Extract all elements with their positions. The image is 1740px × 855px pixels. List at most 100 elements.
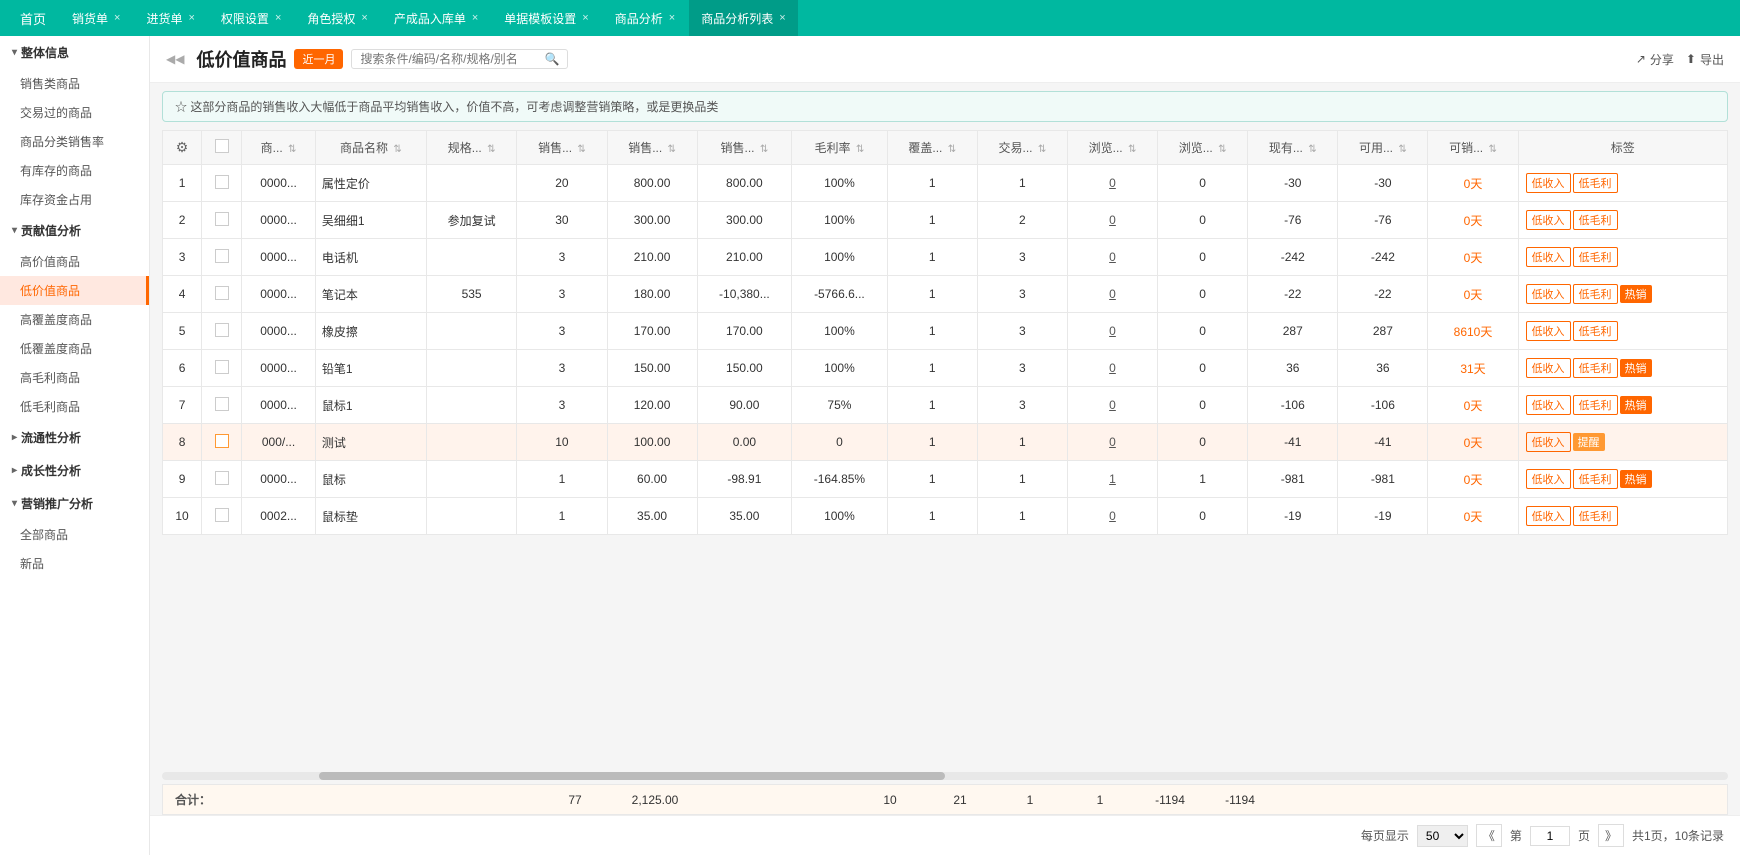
sidebar-item-low-profit[interactable]: 低毛利商品 (0, 392, 149, 421)
cell-spec (426, 387, 517, 424)
horizontal-scrollbar[interactable] (162, 772, 1728, 780)
cell-col2: 170.00 (607, 313, 697, 350)
cell-col7[interactable]: 0 (1067, 350, 1157, 387)
cell-col7[interactable]: 0 (1067, 498, 1157, 535)
sidebar-item-low-coverage[interactable]: 低覆盖度商品 (0, 334, 149, 363)
col-header-available[interactable]: 可用... ⇅ (1338, 131, 1428, 165)
col-header-code[interactable]: 商... ⇅ (242, 131, 316, 165)
cell-spec (426, 239, 517, 276)
footer-col8: 1 (1065, 793, 1135, 807)
period-badge[interactable]: 近一月 (294, 49, 343, 69)
cell-col10: -30 (1338, 165, 1428, 202)
col-header-gear[interactable]: ⚙ (163, 131, 202, 165)
search-input[interactable] (360, 52, 540, 66)
close-role-tab[interactable]: × (361, 12, 367, 24)
sidebar-item-new-goods[interactable]: 新品 (0, 549, 149, 578)
page-input[interactable] (1530, 826, 1570, 846)
cell-col6: 3 (977, 313, 1067, 350)
sidebar-item-stock-goods[interactable]: 有库存的商品 (0, 156, 149, 185)
cell-spec: 535 (426, 276, 517, 313)
sidebar-item-high-value[interactable]: 高价值商品 (0, 247, 149, 276)
cell-col7[interactable]: 0 (1067, 239, 1157, 276)
col-header-spec[interactable]: 规格... ⇅ (426, 131, 517, 165)
cell-checkbox[interactable] (202, 387, 242, 424)
close-analysis-tab[interactable]: × (669, 12, 675, 24)
cell-checkbox[interactable] (202, 276, 242, 313)
cell-col1: 1 (517, 461, 607, 498)
col-header-browse2[interactable]: 浏览... ⇅ (1158, 131, 1248, 165)
cell-checkbox[interactable] (202, 165, 242, 202)
footer-col10: -1194 (1205, 793, 1275, 807)
cell-col7[interactable]: 0 (1067, 165, 1157, 202)
export-button[interactable]: ⬆ 导出 (1686, 51, 1724, 68)
nav-item-role[interactable]: 角色授权 × (295, 0, 379, 36)
cell-checkbox[interactable] (202, 313, 242, 350)
sidebar-section-header-growth[interactable]: ▸ 成长性分析 (0, 454, 149, 487)
sidebar-item-low-value[interactable]: 低价值商品 (0, 276, 149, 305)
cell-checkbox[interactable] (202, 350, 242, 387)
close-purchase-tab[interactable]: × (188, 12, 194, 24)
cell-col9: -76 (1248, 202, 1338, 239)
sidebar-item-category-sales-rate[interactable]: 商品分类销售率 (0, 127, 149, 156)
cell-col4: 100% (792, 313, 888, 350)
col-header-browse1[interactable]: 浏览... ⇅ (1067, 131, 1157, 165)
close-sales-tab[interactable]: × (114, 12, 120, 24)
sidebar-section-header-marketing[interactable]: ▾ 营销推广分析 (0, 487, 149, 520)
close-analysis-list-tab[interactable]: × (779, 12, 785, 24)
sidebar-item-stock-funds[interactable]: 库存资金占用 (0, 185, 149, 214)
collapse-sidebar-button[interactable]: ◀◀ (166, 52, 184, 66)
nav-item-product-storage[interactable]: 产成品入库单 × (382, 0, 490, 36)
cell-col7[interactable]: 1 (1067, 461, 1157, 498)
cell-col4: -164.85% (792, 461, 888, 498)
nav-item-permission[interactable]: 权限设置 × (209, 0, 293, 36)
col-header-checkbox[interactable] (202, 131, 242, 165)
cell-checkbox[interactable] (202, 461, 242, 498)
last-page-button[interactable]: 》 (1598, 824, 1624, 847)
first-page-button[interactable]: 《 (1476, 824, 1502, 847)
sidebar-item-all-goods[interactable]: 全部商品 (0, 520, 149, 549)
col-header-col1[interactable]: 销售... ⇅ (517, 131, 607, 165)
col-header-col3[interactable]: 销售... ⇅ (697, 131, 792, 165)
nav-item-analysis[interactable]: 商品分析 × (603, 0, 687, 36)
cell-checkbox[interactable] (202, 498, 242, 535)
sidebar-item-high-profit[interactable]: 高毛利商品 (0, 363, 149, 392)
cell-checkbox[interactable] (202, 202, 242, 239)
cell-checkbox[interactable] (202, 239, 242, 276)
col-header-sellable[interactable]: 可销... ⇅ (1428, 131, 1518, 165)
cell-col2: 120.00 (607, 387, 697, 424)
sidebar-item-high-coverage[interactable]: 高覆盖度商品 (0, 305, 149, 334)
close-permission-tab[interactable]: × (275, 12, 281, 24)
nav-item-home[interactable]: 首页 (8, 0, 58, 36)
nav-item-template[interactable]: 单据模板设置 × (492, 0, 600, 36)
cell-spec (426, 424, 517, 461)
cell-code: 0000... (242, 387, 316, 424)
cell-col7[interactable]: 0 (1067, 313, 1157, 350)
col-header-coverage[interactable]: 覆盖... ⇅ (887, 131, 977, 165)
sidebar: ▾ 整体信息 销售类商品 交易过的商品 商品分类销售率 有库存的商品 库存资金占… (0, 36, 150, 855)
sidebar-section-header-contribution[interactable]: ▾ 贡献值分析 (0, 214, 149, 247)
cell-col7[interactable]: 0 (1067, 202, 1157, 239)
nav-item-purchase[interactable]: 进货单 × (134, 0, 206, 36)
col-header-name[interactable]: 商品名称 ⇅ (315, 131, 426, 165)
col-header-gross[interactable]: 毛利率 ⇅ (792, 131, 888, 165)
col-header-col2[interactable]: 销售... ⇅ (607, 131, 697, 165)
col-header-stock[interactable]: 现有... ⇅ (1248, 131, 1338, 165)
nav-item-analysis-list[interactable]: 商品分析列表 × (689, 0, 797, 36)
nav-item-sales[interactable]: 销货单 × (60, 0, 132, 36)
cell-checkbox[interactable] (202, 424, 242, 461)
table-footer: 合计： 77 2,125.00 10 21 1 1 -1194 -1194 (162, 784, 1728, 815)
cell-col5: 1 (887, 350, 977, 387)
sidebar-item-traded-goods[interactable]: 交易过的商品 (0, 98, 149, 127)
close-product-storage-tab[interactable]: × (472, 12, 478, 24)
cell-col7[interactable]: 0 (1067, 424, 1157, 461)
col-header-trade[interactable]: 交易... ⇅ (977, 131, 1067, 165)
per-page-select[interactable]: 50 100 200 (1417, 825, 1468, 847)
sidebar-section-header-general[interactable]: ▾ 整体信息 (0, 36, 149, 69)
sidebar-item-sales-goods[interactable]: 销售类商品 (0, 69, 149, 98)
search-icon[interactable]: 🔍 (544, 52, 559, 66)
share-button[interactable]: ↗ 分享 (1636, 51, 1674, 68)
cell-col7[interactable]: 0 (1067, 276, 1157, 313)
cell-col7[interactable]: 0 (1067, 387, 1157, 424)
close-template-tab[interactable]: × (582, 12, 588, 24)
sidebar-section-header-flow[interactable]: ▸ 流通性分析 (0, 421, 149, 454)
